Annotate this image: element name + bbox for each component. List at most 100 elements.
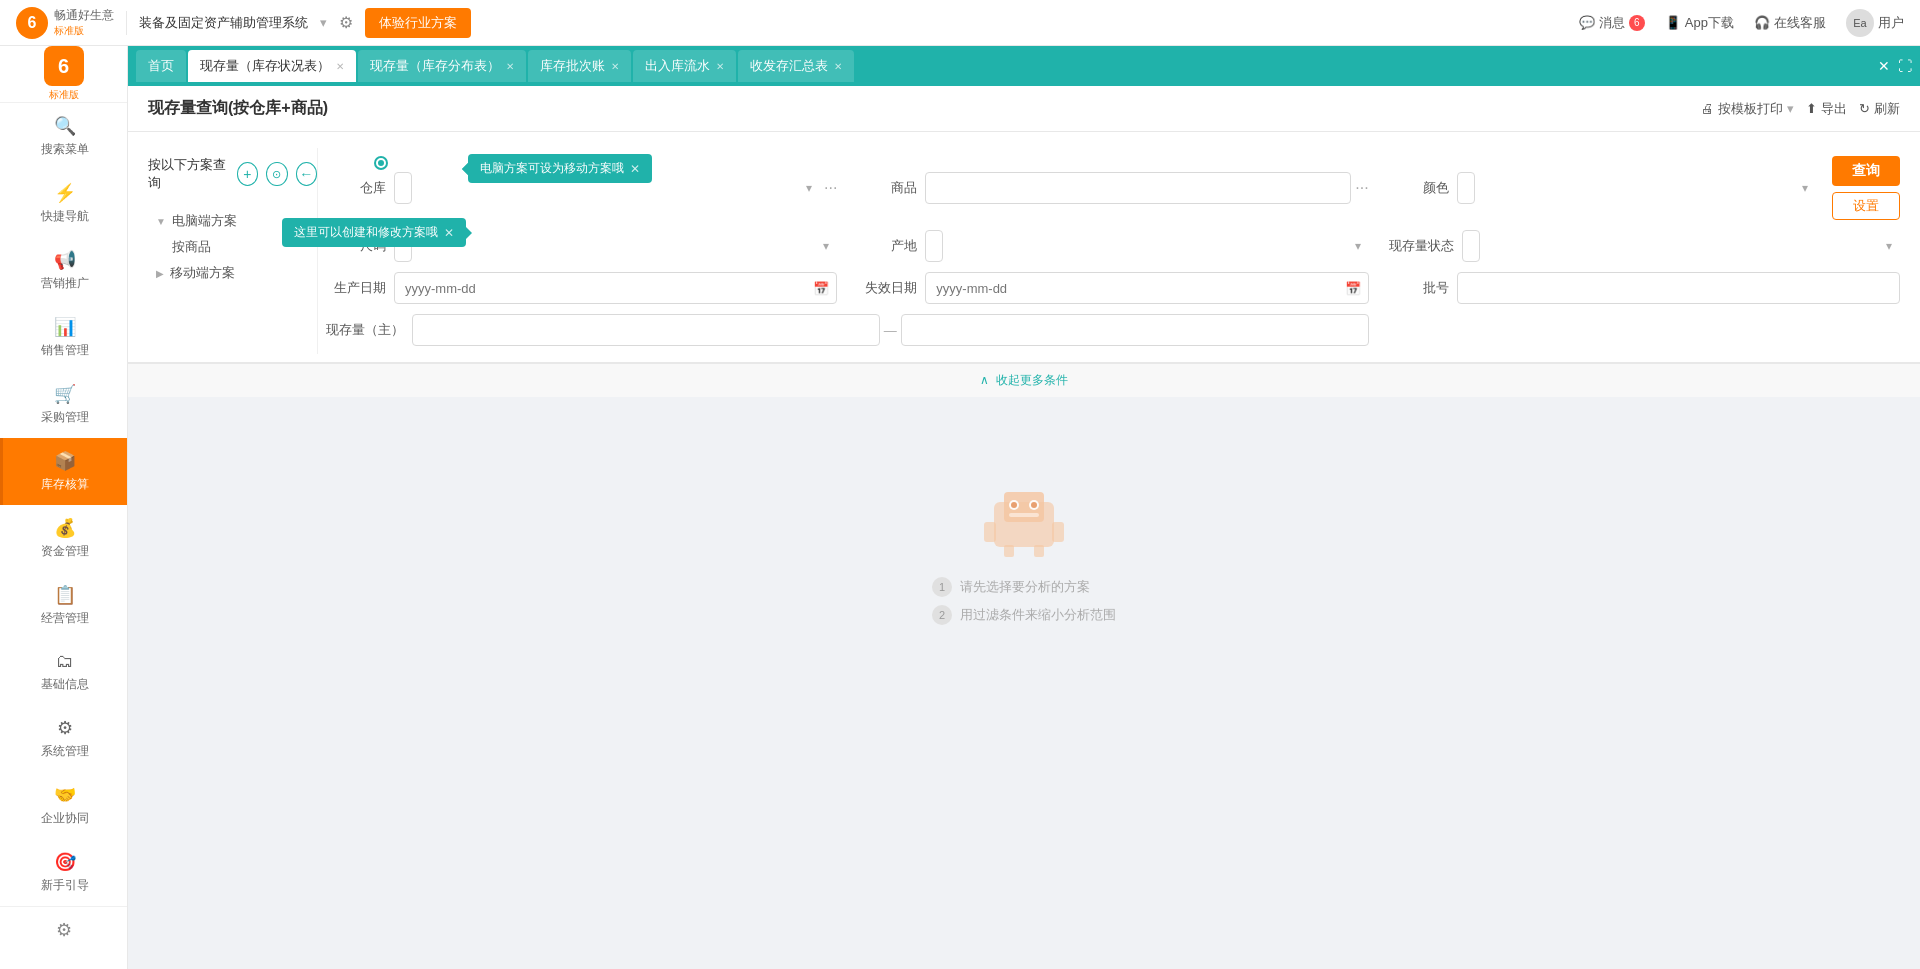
sidebar-item-collab[interactable]: 🤝 企业协同 bbox=[0, 772, 127, 839]
sidebar-logo-icon: 6 bbox=[44, 46, 84, 86]
sidebar-item-newbie[interactable]: 🎯 新手引导 bbox=[0, 839, 127, 906]
tooltip-pc-close[interactable]: ✕ bbox=[630, 162, 640, 176]
tab-batch[interactable]: 库存批次账 ✕ bbox=[528, 50, 631, 82]
empty-state: 1 请先选择要分析的方案 2 用过滤条件来缩小分析范围 bbox=[128, 397, 1920, 713]
sidebar-item-system[interactable]: ⚙ 系统管理 bbox=[0, 705, 127, 772]
color-select[interactable] bbox=[1457, 172, 1475, 204]
warehouse-select[interactable] bbox=[394, 172, 412, 204]
message-item[interactable]: 💬 消息 6 bbox=[1579, 14, 1645, 32]
svg-point-4 bbox=[1011, 502, 1017, 508]
sidebar-item-operations[interactable]: 📋 经营管理 bbox=[0, 572, 127, 639]
operations-icon: 📋 bbox=[54, 584, 76, 606]
finance-icon: 💰 bbox=[54, 517, 76, 539]
prod-date-from[interactable] bbox=[394, 272, 837, 304]
qty-from[interactable] bbox=[412, 314, 880, 346]
online-support-item[interactable]: 🎧 在线客服 bbox=[1754, 14, 1826, 32]
sidebar-collapse-btn[interactable]: ◀ bbox=[0, 953, 127, 969]
message-icon: 💬 bbox=[1579, 15, 1595, 30]
filter-inv-status: 现存量状态 bbox=[1389, 230, 1900, 262]
empty-steps: 1 请先选择要分析的方案 2 用过滤条件来缩小分析范围 bbox=[932, 577, 1116, 633]
quicknav-icon: ⚡ bbox=[54, 182, 76, 204]
sales-icon: 📊 bbox=[54, 316, 76, 338]
header-actions: 🖨 按模板打印 ▾ ⬆ 导出 ↻ 刷新 bbox=[1701, 100, 1900, 118]
refresh-btn[interactable]: ↻ 刷新 bbox=[1859, 100, 1900, 118]
logo-text: 畅通好生意 标准版 bbox=[54, 8, 114, 37]
collapse-bar[interactable]: ∧ 收起更多条件 bbox=[128, 363, 1920, 397]
prod-date-icon[interactable]: 📅 bbox=[813, 281, 829, 296]
sidebar-settings-btn[interactable]: ⚙ bbox=[0, 907, 127, 953]
batch-input[interactable] bbox=[1457, 272, 1900, 304]
user-item[interactable]: Ea 用户 bbox=[1846, 9, 1904, 37]
filter-copy-btn[interactable]: ⊙ bbox=[266, 162, 287, 186]
query-button[interactable]: 查询 bbox=[1832, 156, 1900, 186]
collapse-icon: ◀ bbox=[57, 965, 71, 969]
svg-rect-8 bbox=[1052, 522, 1064, 542]
tab-maximize-icon[interactable]: ⛶ bbox=[1898, 58, 1912, 74]
tab-summary[interactable]: 收发存汇总表 ✕ bbox=[738, 50, 854, 82]
system-select-icon[interactable]: ▾ bbox=[320, 15, 327, 30]
logo-area: 6 畅通好生意 标准版 bbox=[16, 7, 114, 39]
svg-rect-6 bbox=[1009, 513, 1039, 517]
export-icon: ⬆ bbox=[1806, 101, 1817, 116]
settings-icon[interactable]: ⚙ bbox=[339, 13, 353, 32]
collapse-icon: ▶ bbox=[156, 268, 164, 279]
exp-date-from[interactable] bbox=[925, 272, 1368, 304]
trial-button[interactable]: 体验行业方案 bbox=[365, 8, 471, 38]
empty-step-1: 1 请先选择要分析的方案 bbox=[932, 577, 1116, 597]
filter-exp-date: 失效日期 📅 bbox=[857, 272, 1368, 304]
inventory-icon: 📦 bbox=[54, 450, 76, 472]
sidebar-item-finance[interactable]: 💰 资金管理 bbox=[0, 505, 127, 572]
app-download-item[interactable]: 📱 App下载 bbox=[1665, 14, 1734, 32]
expand-icon: ▼ bbox=[156, 216, 166, 227]
svg-point-5 bbox=[1031, 502, 1037, 508]
mobile-icon: 📱 bbox=[1665, 15, 1681, 30]
refresh-icon: ↻ bbox=[1859, 101, 1870, 116]
export-btn[interactable]: ⬆ 导出 bbox=[1806, 100, 1847, 118]
exp-date-icon[interactable]: 📅 bbox=[1345, 281, 1361, 296]
dot-indicator bbox=[376, 158, 386, 168]
set-button[interactable]: 设置 bbox=[1832, 192, 1900, 220]
tab-close-summary[interactable]: ✕ bbox=[834, 61, 842, 72]
sidebar-item-purchase[interactable]: 🛒 采购管理 bbox=[0, 371, 127, 438]
svg-rect-9 bbox=[1004, 545, 1014, 557]
newbie-icon: 🎯 bbox=[54, 851, 76, 873]
filter-top: 按以下方案查询 + ⊙ ← bbox=[148, 156, 317, 192]
filter-area: 按以下方案查询 + ⊙ ← ▼ 电脑端方案 bbox=[128, 132, 1920, 363]
tab-home[interactable]: 首页 bbox=[136, 50, 186, 82]
warehouse-dots[interactable]: ··· bbox=[824, 179, 837, 197]
filter-add-btn[interactable]: + bbox=[237, 162, 258, 186]
schema-item-mobile[interactable]: ▶ 移动端方案 bbox=[148, 260, 317, 286]
tab-inventory-status[interactable]: 现存量（库存状况表） ✕ bbox=[188, 50, 356, 82]
schema-panel: 按以下方案查询 + ⊙ ← ▼ 电脑端方案 bbox=[148, 148, 318, 354]
sidebar-item-basic[interactable]: 🗂 基础信息 bbox=[0, 639, 127, 705]
svg-rect-10 bbox=[1034, 545, 1044, 557]
goods-dots[interactable]: ··· bbox=[1355, 179, 1368, 197]
gear-icon: ⚙ bbox=[56, 919, 72, 941]
goods-input[interactable] bbox=[925, 172, 1351, 204]
filter-back-btn[interactable]: ← bbox=[296, 162, 317, 186]
tab-close-inventory-dist[interactable]: ✕ bbox=[506, 61, 514, 72]
sidebar-item-sales[interactable]: 📊 销售管理 bbox=[0, 304, 127, 371]
purchase-icon: 🛒 bbox=[54, 383, 76, 405]
origin-select[interactable] bbox=[925, 230, 943, 262]
print-btn[interactable]: 🖨 按模板打印 ▾ bbox=[1701, 100, 1794, 118]
tab-inout[interactable]: 出入库流水 ✕ bbox=[633, 50, 736, 82]
collapse-up-icon: ∧ bbox=[980, 373, 989, 387]
tooltip-edit: 这里可以创建和修改方案哦 ✕ bbox=[282, 218, 466, 247]
inv-status-select[interactable] bbox=[1462, 230, 1480, 262]
tab-close-batch[interactable]: ✕ bbox=[611, 61, 619, 72]
tab-close-inventory-status[interactable]: ✕ bbox=[336, 61, 344, 72]
tab-minimize-icon[interactable]: ✕ bbox=[1878, 58, 1890, 74]
sidebar-item-inventory[interactable]: 📦 库存核算 bbox=[0, 438, 127, 505]
qty-to[interactable] bbox=[901, 314, 1369, 346]
tab-close-inout[interactable]: ✕ bbox=[716, 61, 724, 72]
schema-tree: ▼ 电脑端方案 按商品 ▶ 移动端方案 bbox=[148, 204, 317, 290]
filter-origin: 产地 bbox=[857, 230, 1368, 262]
sidebar-item-quicknav[interactable]: ⚡ 快捷导航 bbox=[0, 170, 127, 237]
sidebar-item-search[interactable]: 🔍 搜索菜单 bbox=[0, 103, 127, 170]
tab-inventory-dist[interactable]: 现存量（库存分布表） ✕ bbox=[358, 50, 526, 82]
filter-goods: 商品 ··· bbox=[857, 156, 1368, 220]
sidebar-item-marketing[interactable]: 📢 营销推广 bbox=[0, 237, 127, 304]
basic-icon: 🗂 bbox=[56, 651, 74, 672]
tooltip-edit-close[interactable]: ✕ bbox=[444, 226, 454, 240]
